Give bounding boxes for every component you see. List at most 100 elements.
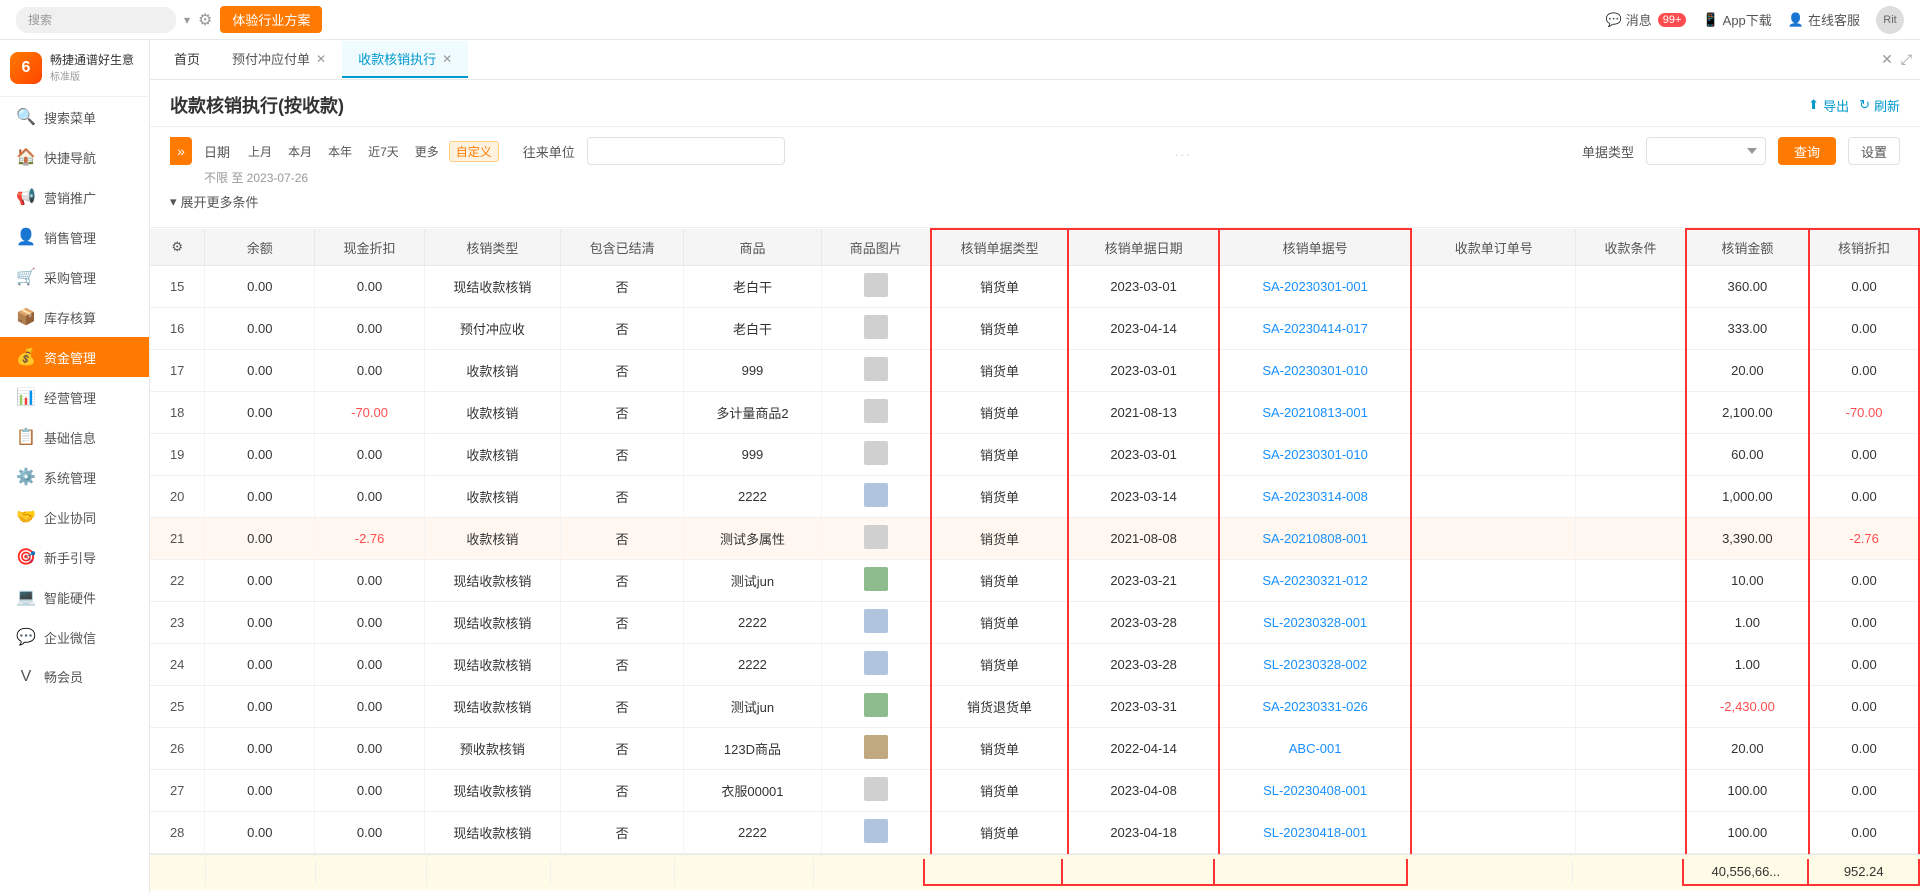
bill-no-link[interactable]: SL-20230328-001 — [1263, 615, 1367, 630]
cell-include_settled: 否 — [560, 350, 684, 392]
sidebar-item-hardware[interactable]: 💻智能硬件 — [0, 577, 149, 617]
refresh-btn[interactable]: ↻ 刷新 — [1859, 96, 1900, 115]
cell-cancel_bill_no[interactable]: SL-20230408-001 — [1219, 770, 1411, 812]
col-header-cancel_bill_date: 核销单据日期 — [1068, 229, 1219, 266]
setting-btn[interactable]: 设置 — [1848, 137, 1900, 165]
sidebar-item-member[interactable]: V畅会员 — [0, 657, 149, 696]
bill-no-link[interactable]: ABC-001 — [1289, 741, 1342, 756]
date-custom-badge[interactable]: 自定义 — [449, 141, 499, 162]
cell-cancel_bill_date: 2023-04-14 — [1068, 308, 1219, 350]
tab-home[interactable]: 首页 — [158, 41, 216, 78]
cell-cancel_bill_no[interactable]: ABC-001 — [1219, 728, 1411, 770]
table-row: 240.000.00现结收款核销否2222销货单2023-03-28SL-202… — [150, 644, 1919, 686]
date-btn-7days[interactable]: 近7天 — [362, 141, 405, 162]
filter-expand-btn[interactable]: » — [170, 137, 192, 165]
cell-cash_discount: 0.00 — [315, 560, 425, 602]
bill-no-link[interactable]: SL-20230418-001 — [1263, 825, 1367, 840]
cell-cancel_bill_no[interactable]: SA-20230301-001 — [1219, 266, 1411, 308]
export-label: 导出 — [1823, 96, 1849, 115]
footer-cell-receipt_condition — [1573, 859, 1684, 885]
bill-no-link[interactable]: SA-20230301-010 — [1262, 363, 1368, 378]
cell-cancel_discount: 0.00 — [1809, 434, 1919, 476]
logo-icon: 6 — [10, 52, 42, 84]
cell-cancel_bill_type: 销货单 — [931, 308, 1068, 350]
date-btn-more[interactable]: 更多 — [409, 141, 445, 162]
query-btn[interactable]: 查询 — [1778, 137, 1836, 165]
cell-cancel_bill_no[interactable]: SL-20230328-001 — [1219, 602, 1411, 644]
sidebar-item-inventory[interactable]: 📦库存核算 — [0, 297, 149, 337]
cell-cancel_bill_no[interactable]: SA-20230414-017 — [1219, 308, 1411, 350]
cell-product_img — [821, 812, 931, 854]
cell-cancel_bill_no[interactable]: SL-20230328-002 — [1219, 644, 1411, 686]
receipt-type-select[interactable] — [1646, 137, 1766, 165]
date-btn-this-month[interactable]: 本月 — [282, 141, 318, 162]
cell-cancel_type: 预付冲应收 — [424, 308, 560, 350]
nav-icon-wechat: 💬 — [16, 627, 36, 647]
cell-cancel_bill_no[interactable]: SA-20210808-001 — [1219, 518, 1411, 560]
bill-no-link[interactable]: SA-20230321-012 — [1262, 573, 1368, 588]
sidebar-item-sales[interactable]: 👤销售管理 — [0, 217, 149, 257]
sidebar-item-system[interactable]: ⚙️系统管理 — [0, 457, 149, 497]
bill-no-link[interactable]: SA-20230301-010 — [1262, 447, 1368, 462]
avatar[interactable]: Rit — [1876, 6, 1904, 34]
page-content: 收款核销执行(按收款) ⬆ 导出 ↻ 刷新 — [150, 80, 1920, 893]
gear-icon[interactable]: ⚙ — [198, 10, 212, 30]
expand-more-btn[interactable]: ▾ 展开更多条件 — [170, 192, 1900, 211]
bill-no-link[interactable]: SA-20230314-008 — [1262, 489, 1368, 504]
table-row: 210.00-2.76收款核销否测试多属性销货单2021-08-08SA-202… — [150, 518, 1919, 560]
sidebar-item-wechat[interactable]: 💬企业微信 — [0, 617, 149, 657]
tab-receivable[interactable]: 收款核销执行✕ — [342, 41, 468, 78]
cell-cancel_bill_no[interactable]: SA-20230314-008 — [1219, 476, 1411, 518]
bill-no-link[interactable]: SA-20230414-017 — [1262, 321, 1368, 336]
cell-receipt_order_no — [1411, 560, 1576, 602]
sidebar-item-guide[interactable]: 🎯新手引导 — [0, 537, 149, 577]
search-box[interactable]: 搜索 — [16, 7, 176, 33]
bill-no-link[interactable]: SA-20230331-026 — [1262, 699, 1368, 714]
cell-receipt_order_no — [1411, 686, 1576, 728]
nav-icon-system: ⚙️ — [16, 467, 36, 487]
cell-receipt_condition — [1576, 392, 1686, 434]
bill-no-link[interactable]: SA-20210808-001 — [1262, 531, 1368, 546]
bill-no-link[interactable]: SA-20210813-001 — [1262, 405, 1368, 420]
cell-product: 老白干 — [684, 266, 821, 308]
cell-cancel_bill_no[interactable]: SA-20230331-026 — [1219, 686, 1411, 728]
cell-cash_discount: -2.76 — [315, 518, 425, 560]
sidebar-item-corp[interactable]: 🤝企业协同 — [0, 497, 149, 537]
industry-btn[interactable]: 体验行业方案 — [220, 6, 322, 33]
message-btn[interactable]: 💬 消息 99+ — [1606, 10, 1687, 29]
cell-receipt_order_no — [1411, 476, 1576, 518]
nav-icon-member: V — [16, 668, 36, 686]
sidebar-item-business[interactable]: 📊经营管理 — [0, 377, 149, 417]
table-row: 230.000.00现结收款核销否2222销货单2023-03-28SL-202… — [150, 602, 1919, 644]
sidebar-item-quick[interactable]: 🏠快捷导航 — [0, 137, 149, 177]
bill-no-link[interactable]: SL-20230408-001 — [1263, 783, 1367, 798]
cell-cancel_bill_no[interactable]: SL-20230418-001 — [1219, 812, 1411, 854]
top-bar-left: 搜索 ▾ ⚙ 体验行业方案 — [16, 6, 1594, 33]
cell-cancel_bill_no[interactable]: SA-20230321-012 — [1219, 560, 1411, 602]
sidebar-item-marketing[interactable]: 📢营销推广 — [0, 177, 149, 217]
from-unit-input[interactable] — [587, 137, 785, 165]
bill-no-link[interactable]: SA-20230301-001 — [1262, 279, 1368, 294]
cell-cancel_bill_no[interactable]: SA-20210813-001 — [1219, 392, 1411, 434]
tab-close-receivable[interactable]: ✕ — [442, 52, 452, 66]
sidebar-item-finance[interactable]: 💰资金管理 — [0, 337, 149, 377]
cell-cancel_bill_no[interactable]: SA-20230301-010 — [1219, 434, 1411, 476]
nav-label-sales: 销售管理 — [44, 228, 96, 247]
sidebar-item-search[interactable]: 🔍搜索菜单 — [0, 97, 149, 137]
bill-no-link[interactable]: SL-20230328-002 — [1263, 657, 1367, 672]
date-btn-this-year[interactable]: 本年 — [322, 141, 358, 162]
tab-prepay[interactable]: 预付冲应付单✕ — [216, 41, 342, 78]
export-btn[interactable]: ⬆ 导出 — [1808, 96, 1849, 115]
tab-close-prepay[interactable]: ✕ — [316, 52, 326, 66]
app-download-btn[interactable]: 📱 App下载 — [1702, 10, 1771, 29]
close-tab-btn[interactable]: ✕ — [1881, 51, 1893, 68]
date-btn-last-month[interactable]: 上月 — [242, 141, 278, 162]
cell-cancel_bill_no[interactable]: SA-20230301-010 — [1219, 350, 1411, 392]
cell-settings: 28 — [150, 812, 205, 854]
service-btn[interactable]: 👤 在线客服 — [1788, 10, 1860, 29]
dropdown-arrow-icon[interactable]: ▾ — [184, 13, 190, 27]
sidebar-item-purchase[interactable]: 🛒采购管理 — [0, 257, 149, 297]
nav-icon-purchase: 🛒 — [16, 267, 36, 287]
sidebar-item-basic[interactable]: 📋基础信息 — [0, 417, 149, 457]
maximize-tab-btn[interactable]: ⤢ — [1901, 51, 1912, 68]
